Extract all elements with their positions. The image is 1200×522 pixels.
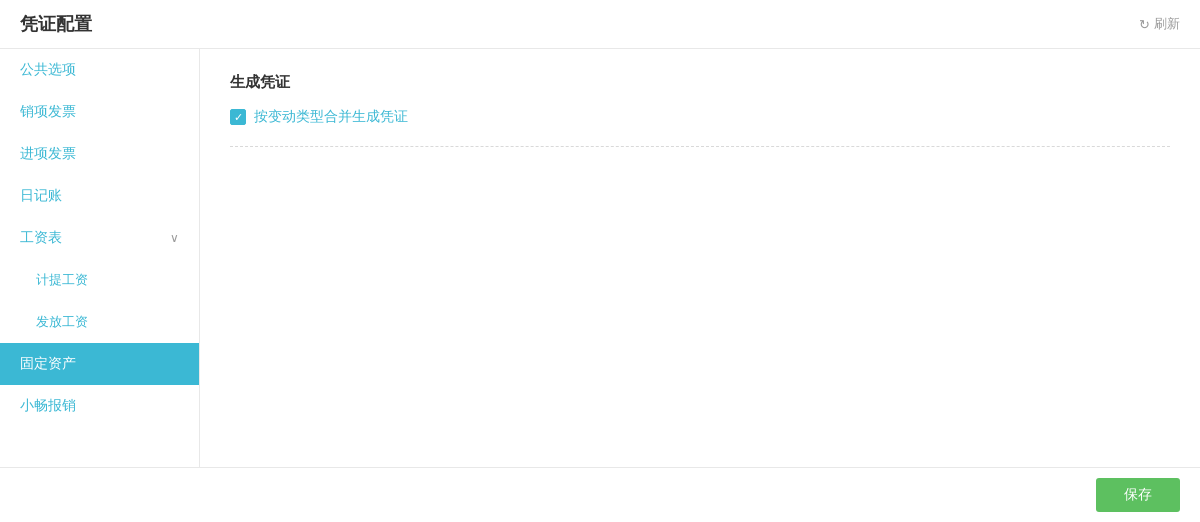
sidebar-item-sales-invoice[interactable]: 销项发票 <box>0 91 199 133</box>
sidebar-item-label: 公共选项 <box>20 61 76 79</box>
sidebar-item-expense-report[interactable]: 小畅报销 <box>0 385 199 427</box>
sidebar-item-public-options[interactable]: 公共选项 <box>0 49 199 91</box>
sidebar-item-label: 计提工资 <box>36 271 88 289</box>
sidebar-item-calc-salary[interactable]: 计提工资 <box>0 259 199 301</box>
sidebar-item-label: 进项发票 <box>20 145 76 163</box>
chevron-down-icon: ∨ <box>170 231 179 245</box>
page-footer: 保存 <box>0 467 1200 522</box>
sidebar-item-label: 工资表 <box>20 229 62 247</box>
section-title: 生成凭证 <box>230 73 1170 92</box>
page-title: 凭证配置 <box>20 12 92 36</box>
sidebar-item-label: 发放工资 <box>36 313 88 331</box>
sidebar-item-payroll[interactable]: 工资表 ∨ <box>0 217 199 259</box>
section-divider <box>230 146 1170 147</box>
sidebar-item-fixed-assets[interactable]: 固定资产 <box>0 343 199 385</box>
refresh-button[interactable]: ↻ 刷新 <box>1139 15 1180 33</box>
check-mark-icon: ✓ <box>234 112 243 123</box>
sidebar-item-label: 销项发票 <box>20 103 76 121</box>
sidebar-item-journal[interactable]: 日记账 <box>0 175 199 217</box>
main-content: 生成凭证 ✓ 按变动类型合并生成凭证 <box>200 49 1200 467</box>
sidebar-item-label: 日记账 <box>20 187 62 205</box>
page-header: 凭证配置 ↻ 刷新 <box>0 0 1200 49</box>
merge-by-type-label[interactable]: 按变动类型合并生成凭证 <box>254 108 408 126</box>
merge-by-type-checkbox[interactable]: ✓ <box>230 109 246 125</box>
sidebar-item-label: 小畅报销 <box>20 397 76 415</box>
sidebar-item-pay-salary[interactable]: 发放工资 <box>0 301 199 343</box>
checkbox-row: ✓ 按变动类型合并生成凭证 <box>230 108 1170 126</box>
refresh-icon: ↻ <box>1139 17 1150 32</box>
body-layout: 公共选项销项发票进项发票日记账工资表 ∨ 计提工资发放工资固定资产小畅报销 生成凭证… <box>0 49 1200 467</box>
sidebar-item-label: 固定资产 <box>20 355 76 373</box>
sidebar: 公共选项销项发票进项发票日记账工资表 ∨ 计提工资发放工资固定资产小畅报销 <box>0 49 200 467</box>
save-button[interactable]: 保存 <box>1096 478 1180 512</box>
sidebar-item-purchase-invoice[interactable]: 进项发票 <box>0 133 199 175</box>
refresh-label: 刷新 <box>1154 15 1180 33</box>
